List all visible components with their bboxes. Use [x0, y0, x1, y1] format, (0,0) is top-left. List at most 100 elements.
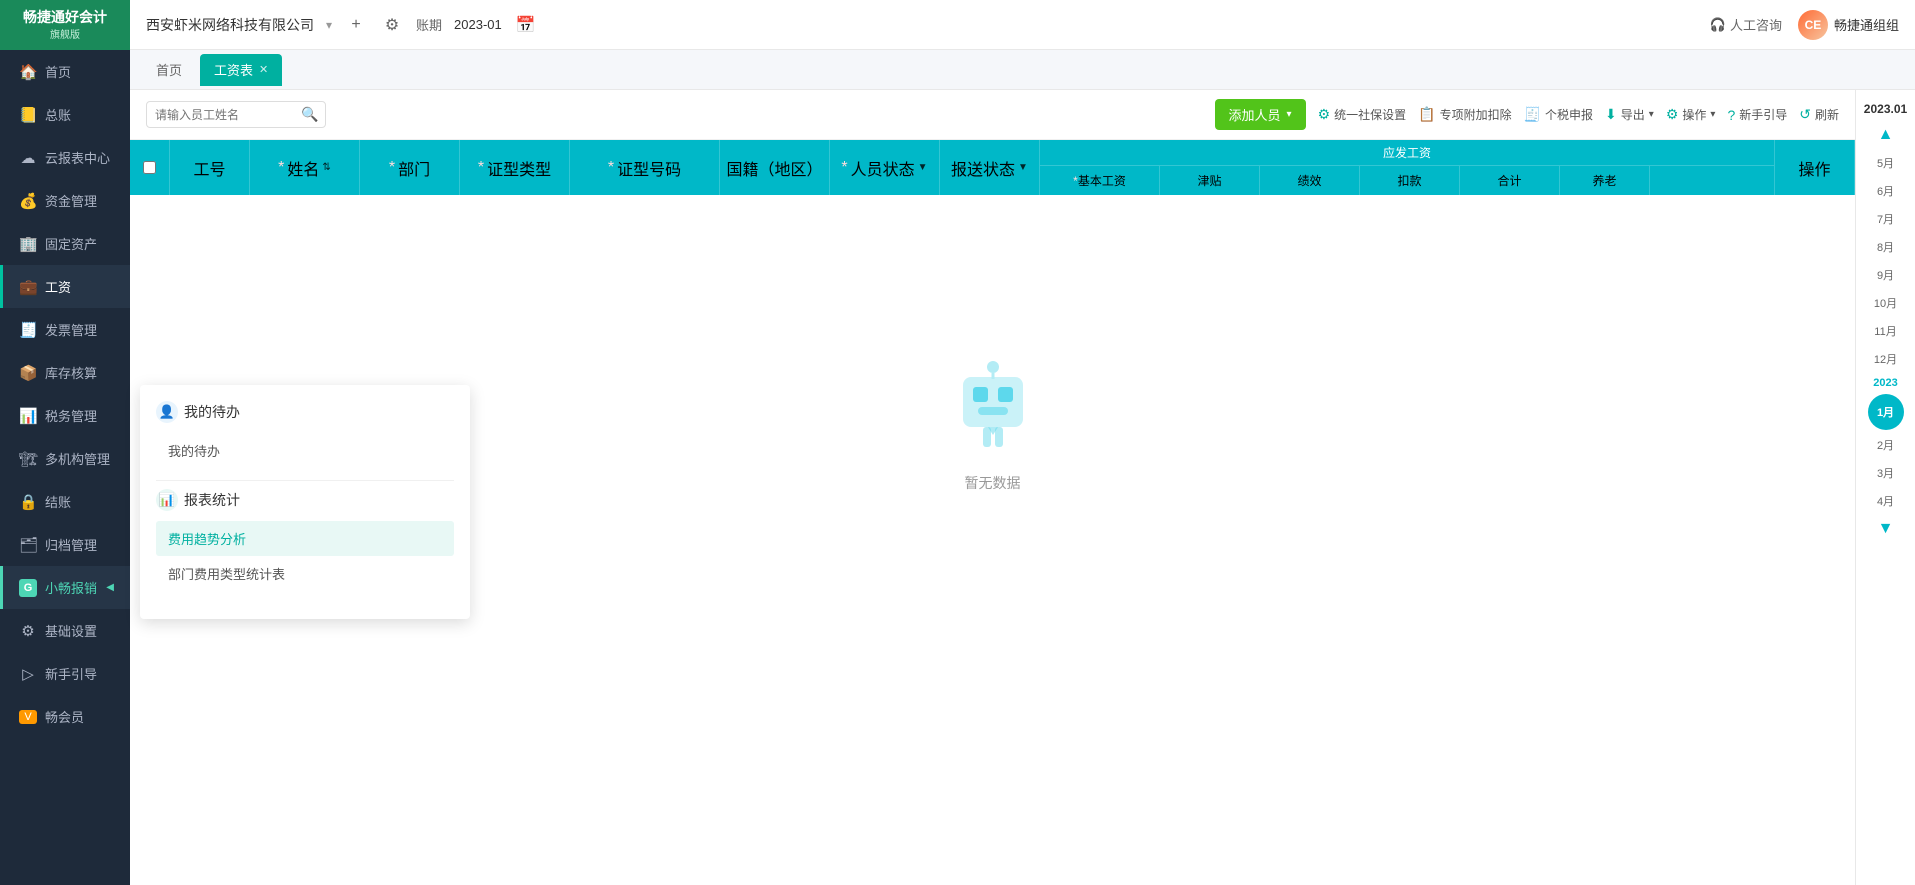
user-name: 畅捷通组组 [1834, 15, 1899, 34]
sidebar-item-fixed-assets[interactable]: 🏢 固定资产 [0, 222, 130, 265]
topbar-right: 🎧 人工咨询 CE 畅捷通组组 [1710, 10, 1899, 40]
sidebar-item-label: 归档管理 [45, 535, 97, 554]
empty-text: 暂无数据 [965, 473, 1021, 493]
timeline-1-active[interactable]: 1月 [1868, 394, 1904, 430]
calendar-icon[interactable]: 📅 [514, 13, 538, 37]
sidebar-item-xiaochang[interactable]: G 小畅报销 ◀ [0, 566, 130, 609]
operation-action[interactable]: ⚙ 操作 ▾ [1666, 106, 1716, 123]
cloud-icon: ☁ [19, 149, 37, 167]
sidebar-item-label: 资金管理 [45, 191, 97, 210]
sidebar-item-label: 云报表中心 [45, 148, 110, 167]
sidebar-item-guide[interactable]: ▷ 新手引导 [0, 652, 130, 695]
timeline-9[interactable]: 9月 [1860, 262, 1912, 288]
refresh-label: 刷新 [1815, 106, 1839, 123]
timeline-3[interactable]: 3月 [1860, 460, 1912, 486]
timeline-4[interactable]: 4月 [1860, 488, 1912, 514]
guide-action[interactable]: ? 新手引导 [1727, 106, 1787, 123]
sidebar-item-label: 发票管理 [45, 320, 97, 339]
timeline-10[interactable]: 10月 [1860, 290, 1912, 316]
tax-icon: 📊 [19, 407, 37, 425]
sidebar-item-label: 结账 [45, 492, 71, 511]
avatar-text: CE [1805, 18, 1822, 32]
headset-icon: 🎧 [1710, 17, 1726, 33]
search-input[interactable] [155, 108, 295, 122]
tabs-bar: 首页 工资表 ✕ [130, 50, 1915, 90]
sidebar-item-label: 首页 [45, 62, 71, 81]
support-button[interactable]: 🎧 人工咨询 [1710, 15, 1782, 34]
expand-arrow-icon: ◀ [106, 582, 114, 593]
tab-home[interactable]: 首页 [142, 54, 196, 86]
add-company-button[interactable]: + [344, 13, 368, 37]
timeline-2[interactable]: 2月 [1860, 432, 1912, 458]
th-name: * 姓名 ⇅ [250, 140, 360, 195]
sidebar-item-ledger[interactable]: 📒 总账 [0, 93, 130, 136]
sidebar-item-salary[interactable]: 💼 工资 [0, 265, 130, 308]
content-area: 🔍 添加人员 ▾ ⚙ 统一社保设置 📋 专项附加扣除 [130, 90, 1915, 885]
name-sort-icon[interactable]: ⇅ [322, 162, 330, 173]
th-total: 合计 [1460, 166, 1560, 195]
timeline-7[interactable]: 7月 [1860, 206, 1912, 232]
th-cert-no: * 证型号码 [570, 140, 720, 195]
th-deduction: 扣款 [1360, 166, 1460, 195]
guide-label: 新手引导 [1739, 106, 1787, 123]
search-icon: 🔍 [301, 106, 318, 123]
sidebar-item-tax[interactable]: 📊 税务管理 [0, 394, 130, 437]
sidebar-item-fund[interactable]: 💰 资金管理 [0, 179, 130, 222]
sidebar-item-invoice[interactable]: 🧾 发票管理 [0, 308, 130, 351]
timeline-12[interactable]: 12月 [1860, 346, 1912, 372]
home-icon: 🏠 [19, 63, 37, 81]
sidebar-item-basic[interactable]: ⚙ 基础设置 [0, 609, 130, 652]
select-all-checkbox[interactable] [143, 161, 156, 174]
social-security-action[interactable]: ⚙ 统一社保设置 [1318, 106, 1407, 123]
sidebar-item-cloud-report[interactable]: ☁ 云报表中心 [0, 136, 130, 179]
sidebar-item-archive[interactable]: 🗂 归档管理 [0, 523, 130, 566]
timeline-8[interactable]: 8月 [1860, 234, 1912, 260]
settings-button[interactable]: ⚙ [380, 13, 404, 37]
basic-icon: ⚙ [19, 622, 37, 640]
archive-icon: 🗂 [19, 536, 37, 554]
inventory-icon: 📦 [19, 364, 37, 382]
user-menu[interactable]: CE 畅捷通组组 [1798, 10, 1899, 40]
th-cert-type: * 证型类型 [460, 140, 570, 195]
sidebar-item-multi-org[interactable]: 🏗 多机构管理 [0, 437, 130, 480]
timeline-5[interactable]: 5月 [1860, 150, 1912, 176]
table-container: 🔍 添加人员 ▾ ⚙ 统一社保设置 📋 专项附加扣除 [130, 90, 1855, 885]
special-deduction-icon: 📋 [1418, 106, 1435, 123]
th-salary-group-title: 应发工资 [1040, 140, 1774, 166]
sidebar-item-closing[interactable]: 🔒 结账 [0, 480, 130, 523]
xiaochang-icon: G [19, 579, 37, 597]
tax-report-label: 个税申报 [1545, 106, 1593, 123]
timeline-6[interactable]: 6月 [1860, 178, 1912, 204]
th-bonus: 津贴 [1160, 166, 1260, 195]
empty-illustration [943, 357, 1043, 457]
tab-home-label: 首页 [156, 60, 182, 79]
guide-icon: ▷ [19, 665, 37, 683]
sidebar-item-home[interactable]: 🏠 首页 [0, 50, 130, 93]
th-country: 国籍（地区） [720, 140, 830, 195]
app-title: 畅捷通好会计 [23, 9, 107, 26]
tax-report-action[interactable]: 🧾 个税申报 [1524, 106, 1593, 123]
period-label: 账期 [416, 15, 442, 34]
timeline-11[interactable]: 11月 [1860, 318, 1912, 344]
sidebar: 畅捷通好会计 旗舰版 🏠 首页 📒 总账 ☁ 云报表中心 💰 资金管理 🏢 固定… [0, 0, 130, 885]
topbar: 西安虾米网络科技有限公司 ▾ + ⚙ 账期 2023-01 📅 🎧 人工咨询 C… [130, 0, 1915, 50]
export-icon: ⬇ [1605, 106, 1617, 123]
add-person-dropdown-icon: ▾ [1287, 109, 1292, 120]
add-person-button[interactable]: 添加人员 ▾ [1215, 99, 1306, 130]
tab-salary-table[interactable]: 工资表 ✕ [200, 54, 282, 86]
th-checkbox [130, 140, 170, 195]
sidebar-item-member[interactable]: V 畅会员 [0, 695, 130, 738]
timeline-down-button[interactable]: ▼ [1874, 516, 1898, 542]
sidebar-item-label: 小畅报销 [45, 578, 97, 597]
person-status-filter-icon[interactable]: ▼ [918, 162, 928, 173]
tab-close-icon[interactable]: ✕ [259, 63, 268, 76]
company-dropdown-icon[interactable]: ▾ [326, 18, 332, 32]
report-status-filter-icon[interactable]: ▼ [1018, 162, 1028, 173]
support-label: 人工咨询 [1730, 15, 1782, 34]
special-deduction-action[interactable]: 📋 专项附加扣除 [1418, 106, 1511, 123]
refresh-action[interactable]: ↺ 刷新 [1799, 106, 1839, 123]
export-action[interactable]: ⬇ 导出 ▾ [1605, 106, 1654, 123]
app-logo[interactable]: 畅捷通好会计 旗舰版 [0, 0, 130, 50]
sidebar-item-inventory[interactable]: 📦 库存核算 [0, 351, 130, 394]
timeline-up-button[interactable]: ▲ [1874, 122, 1898, 148]
